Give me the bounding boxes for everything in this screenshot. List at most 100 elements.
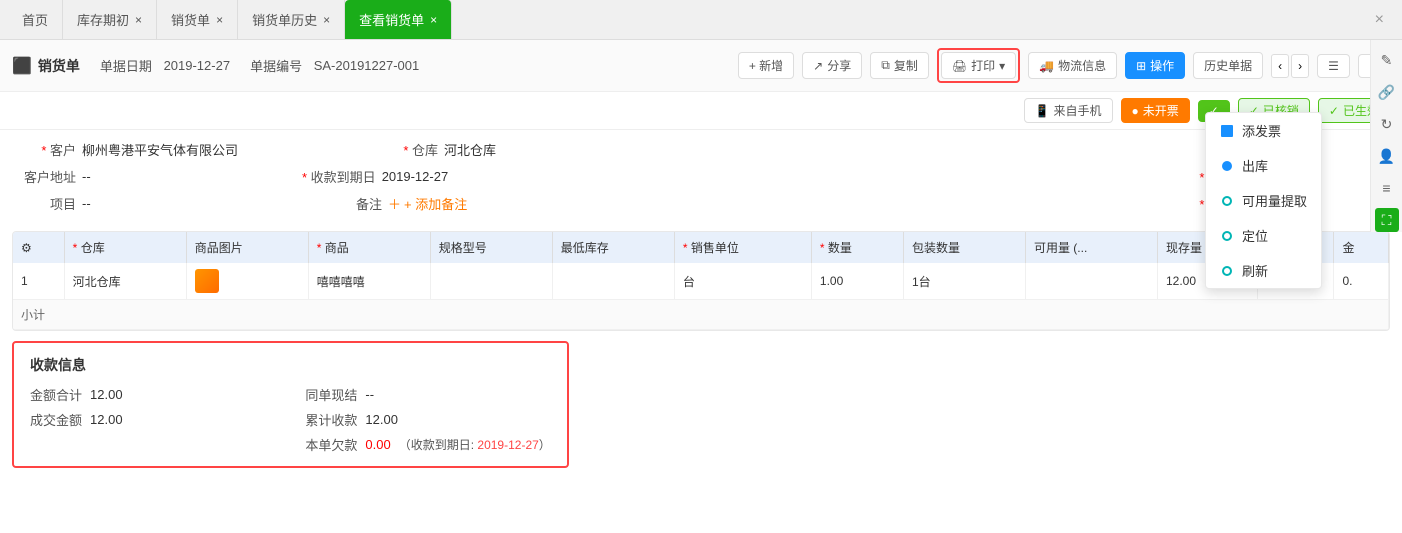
outbound-item[interactable]: 出库 — [1206, 148, 1321, 183]
nav-next[interactable]: › — [1291, 54, 1309, 78]
same-order-value: -- — [365, 387, 374, 402]
copy-button[interactable]: ⧉ 复制 — [870, 52, 929, 79]
refresh-menu-icon — [1220, 264, 1234, 278]
available-qty-item[interactable]: 可用量提取 — [1206, 183, 1321, 218]
locate-icon — [1220, 229, 1234, 243]
add-invoice-item[interactable]: 添发票 — [1206, 113, 1321, 148]
edit-panel-icon[interactable]: ✎ — [1375, 48, 1399, 72]
doc-title: ⬛ 销货单 — [12, 56, 80, 76]
total-amount-row: 金额合计 12.00 — [30, 385, 275, 404]
arrears-value: 0.00 — [365, 437, 390, 452]
same-order-row: 同单现结 -- — [305, 385, 550, 404]
nav-prev[interactable]: ‹ — [1271, 54, 1289, 78]
tab-inventory-init[interactable]: 库存期初 × — [63, 0, 157, 39]
arrears-date: 2019-12-27 — [477, 438, 538, 452]
row-product: 嘻嘻嘻嘻 — [308, 263, 430, 300]
note-label: 备注 — [322, 194, 382, 213]
refresh-item[interactable]: 刷新 — [1206, 253, 1321, 288]
col-quantity: 数量 — [811, 232, 903, 263]
table-row: 1 河北仓库 嘻嘻嘻嘻 台 1.00 1台 12.00 0. — [13, 263, 1389, 300]
deal-amount-label: 成交金额 — [30, 410, 82, 429]
deal-amount-row: 成交金额 12.00 — [30, 410, 275, 429]
print-icon: 🖨 — [952, 59, 967, 73]
new-button[interactable]: + 新增 — [738, 52, 794, 79]
copy-icon: ⧉ — [881, 58, 890, 73]
same-order-label: 同单现结 — [305, 385, 357, 404]
form-row-1: 客户 柳州粤港平安气体有限公司 仓库 河北仓库 业务员 演示账号 — [16, 140, 1386, 159]
address-label: 客户地址 — [16, 167, 76, 186]
secondary-toolbar: 📱 来自手机 ● 未开票 ✓ ✓ 已核销 ✓ 已生效 — [0, 92, 1402, 130]
outbound-label: 出库 — [1242, 156, 1268, 175]
due-date-field: 收款到期日 2019-12-27 — [302, 167, 502, 186]
outbound-icon — [1220, 159, 1234, 173]
row-warehouse: 河北仓库 — [64, 263, 186, 300]
tab-sales-order[interactable]: 销货单 × — [157, 0, 238, 39]
mobile-button[interactable]: 📱 来自手机 — [1024, 98, 1113, 123]
expand-panel-icon[interactable]: ⛶ — [1375, 208, 1399, 232]
warehouse-label: 仓库 — [378, 140, 438, 159]
customer-value: 柳州粤港平安气体有限公司 — [82, 140, 238, 159]
col-available: 可用量 (... — [1025, 232, 1157, 263]
payment-title: 收款信息 — [30, 355, 551, 375]
logistics-button[interactable]: 🚚 物流信息 — [1028, 52, 1117, 79]
total-amount-label: 金额合计 — [30, 385, 82, 404]
toolbar: + 新增 ↗ 分享 ⧉ 复制 🖨 打印 ▾ 🚚 物流信息 ⊞ — [738, 48, 1390, 83]
cumulative-value: 12.00 — [365, 412, 398, 427]
warehouse-value: 河北仓库 — [444, 140, 564, 159]
tab-view-sales[interactable]: 查看销货单 × — [345, 0, 452, 39]
row-amount: 0. — [1334, 263, 1389, 300]
refresh-label: 刷新 — [1242, 261, 1268, 280]
col-pack-qty: 包装数量 — [903, 232, 1025, 263]
col-warehouse: 仓库 — [64, 232, 186, 263]
col-min-stock: 最低库存 — [552, 232, 674, 263]
form-row-2: 客户地址 -- 收款到期日 2019-12-27 票据类型 不开票 — [16, 167, 1386, 186]
close-window[interactable]: × — [1365, 11, 1394, 29]
form-row-3: 项目 -- 备注 ＋ + 添加备注 业务员孟 -- — [16, 194, 1386, 213]
deal-amount-value: 12.00 — [90, 412, 123, 427]
tab-sales-history[interactable]: 销货单历史 × — [238, 0, 345, 39]
col-product: 商品 — [308, 232, 430, 263]
note-field: 备注 ＋ + 添加备注 — [322, 194, 467, 213]
close-inventory-init[interactable]: × — [135, 13, 142, 27]
operation-button[interactable]: ⊞ 操作 — [1125, 52, 1185, 79]
subtotal-label: 小计 — [13, 300, 1389, 330]
form-area: 客户 柳州粤港平安气体有限公司 仓库 河北仓库 业务员 演示账号 客户地址 --… — [0, 130, 1402, 231]
locate-item[interactable]: 定位 — [1206, 218, 1321, 253]
available-qty-label: 可用量提取 — [1242, 191, 1307, 210]
list-panel-icon[interactable]: ≡ — [1375, 176, 1399, 200]
share-button[interactable]: ↗ 分享 — [802, 52, 862, 79]
add-invoice-label: 添发票 — [1242, 121, 1281, 140]
col-product-img: 商品图片 — [186, 232, 308, 263]
operation-dropdown: 添发票 出库 可用量提取 定位 刷新 — [1205, 112, 1322, 289]
history-button[interactable]: 历史单据 — [1193, 52, 1263, 79]
cumulative-row: 累计收款 12.00 — [305, 410, 550, 429]
doc-no-label: 单据编号 SA-20191227-001 — [250, 56, 419, 75]
link-panel-icon[interactable]: 🔗 — [1375, 80, 1399, 104]
arrears-row — [30, 435, 275, 454]
project-label: 项目 — [16, 194, 76, 213]
arrears-full-row: 本单欠款 0.00 （收款到期日: 2019-12-27） — [305, 435, 550, 454]
locate-label: 定位 — [1242, 226, 1268, 245]
print-button[interactable]: 🖨 打印 ▾ — [941, 52, 1016, 79]
payment-grid: 金额合计 12.00 同单现结 -- 成交金额 12.00 累计收款 12.00… — [30, 385, 551, 454]
total-amount-value: 12.00 — [90, 387, 123, 402]
col-settings[interactable]: ⚙ — [13, 232, 64, 263]
doc-header: ⬛ 销货单 单据日期 2019-12-27 单据编号 SA-20191227-0… — [0, 40, 1402, 92]
tab-home[interactable]: 首页 — [8, 0, 63, 39]
close-sales-history[interactable]: × — [323, 13, 330, 27]
user-panel-icon[interactable]: 👤 — [1375, 144, 1399, 168]
plus-icon: ＋ — [388, 194, 401, 213]
close-sales-order[interactable]: × — [216, 13, 223, 27]
close-view-sales[interactable]: × — [430, 13, 437, 27]
view-list-button[interactable]: ☰ — [1317, 54, 1350, 78]
project-value: -- — [82, 196, 202, 211]
not-open-button[interactable]: ● 未开票 — [1121, 98, 1190, 123]
add-note-button[interactable]: ＋ + 添加备注 — [388, 194, 467, 213]
grid-icon: ⊞ — [1136, 59, 1146, 73]
row-min-stock — [552, 263, 674, 300]
mobile-icon: 📱 — [1035, 104, 1050, 118]
cumulative-label: 累计收款 — [305, 410, 357, 429]
refresh-panel-icon[interactable]: ↻ — [1375, 112, 1399, 136]
dot-icon: ● — [1132, 104, 1139, 118]
warehouse-field: 仓库 河北仓库 — [378, 140, 564, 159]
